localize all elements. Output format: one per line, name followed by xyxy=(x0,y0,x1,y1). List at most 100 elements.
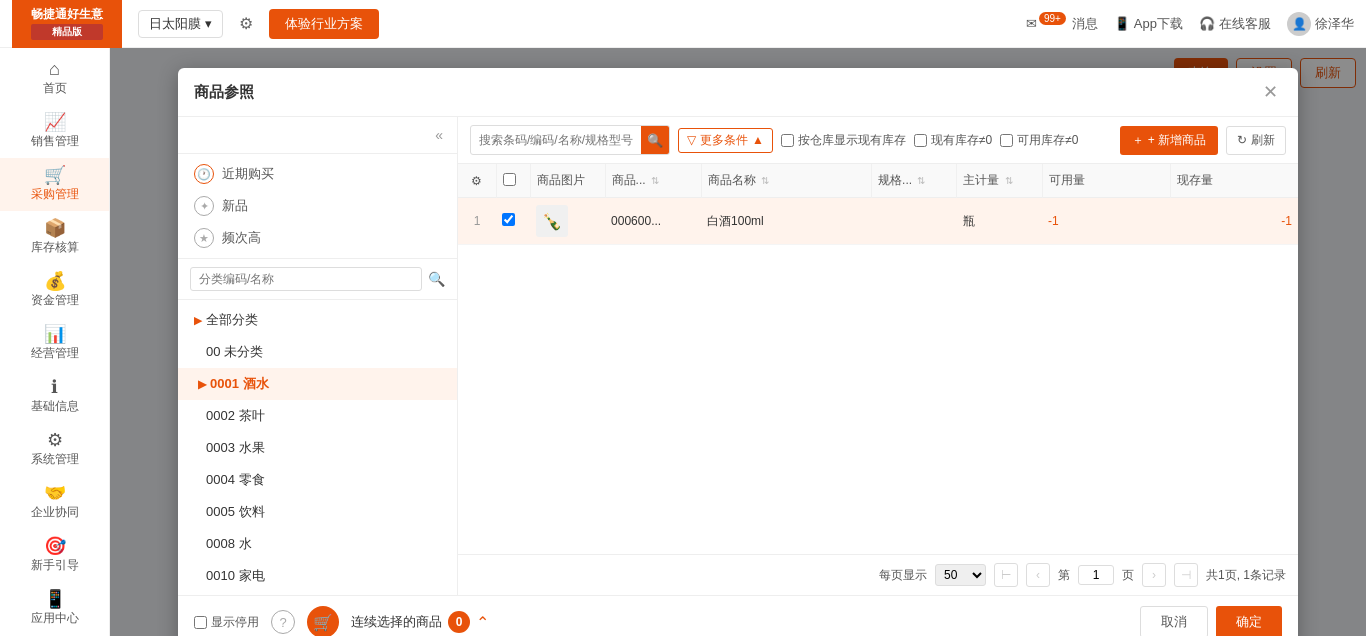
category-tea[interactable]: 0002 茶叶 xyxy=(178,400,457,432)
category-beverage-label: 0005 饮料 xyxy=(206,503,265,521)
quick-filter-recent[interactable]: 🕐 近期购买 xyxy=(178,158,457,190)
user-menu[interactable]: 👤 徐泽华 xyxy=(1287,12,1354,36)
category-uncategorized-label: 00 未分类 xyxy=(206,343,263,361)
checkbox-stock-input[interactable] xyxy=(914,134,927,147)
prev-page-btn[interactable]: ‹ xyxy=(1026,563,1050,587)
quick-filter-new[interactable]: ✦ 新品 xyxy=(178,190,457,222)
collapse-up-icon[interactable]: ⌃ xyxy=(476,613,489,632)
sidebar-item-basic[interactable]: ℹ 基础信息 xyxy=(0,370,109,423)
category-fruit[interactable]: 0003 水果 xyxy=(178,432,457,464)
product-search-bar[interactable]: 🔍 xyxy=(470,125,670,155)
sidebar-item-operation[interactable]: 📊 经营管理 xyxy=(0,317,109,370)
page-number-input[interactable] xyxy=(1078,565,1114,585)
col-available[interactable]: 可用量 xyxy=(1042,164,1170,198)
top-nav: 畅捷通好生意 精品版 日太阳膜 ▾ ⚙ 体验行业方案 ✉ 99+ 消息 📱 Ap… xyxy=(0,0,1366,48)
product-search-button[interactable]: 🔍 xyxy=(641,126,669,154)
category-uncategorized[interactable]: 00 未分类 xyxy=(178,336,457,368)
cell-checkbox[interactable] xyxy=(496,198,530,245)
row-checkbox[interactable] xyxy=(502,213,515,226)
show-disabled-input[interactable] xyxy=(194,616,207,629)
cell-image: 🍾 xyxy=(530,198,605,245)
modal-close-button[interactable]: ✕ xyxy=(1258,80,1282,104)
left-panel: « 🕐 近期购买 ✦ 新品 xyxy=(178,117,458,595)
col-settings[interactable]: ⚙ xyxy=(458,164,496,198)
category-search-icon[interactable]: 🔍 xyxy=(428,271,445,287)
category-beverage[interactable]: 0005 饮料 xyxy=(178,496,457,528)
table-row[interactable]: 1 🍾 000600... xyxy=(458,198,1298,245)
more-filter-btn[interactable]: ▽ 更多条件 ▲ xyxy=(678,128,773,153)
show-disabled-checkbox[interactable]: 显示停用 xyxy=(194,614,259,631)
table-toolbar: 🔍 ▽ 更多条件 ▲ 按仓库显示现有库存 xyxy=(458,117,1298,164)
col-spec-sort-icon: ⇅ xyxy=(917,176,925,186)
sidebar-item-inventory[interactable]: 📦 库存核算 xyxy=(0,211,109,264)
category-appliance[interactable]: 0010 家电 xyxy=(178,560,457,592)
checkbox-available-input[interactable] xyxy=(1000,134,1013,147)
sidebar-item-finance[interactable]: 💰 资金管理 xyxy=(0,264,109,317)
product-table-wrap: ⚙ 商品图片 xyxy=(458,164,1298,554)
per-page-select[interactable]: 50 20 100 xyxy=(935,564,986,586)
app-download-btn[interactable]: 📱 App下载 xyxy=(1114,15,1183,33)
cell-stock: -1 xyxy=(1170,198,1298,245)
col-code[interactable]: 商品... ⇅ xyxy=(605,164,701,198)
last-page-btn[interactable]: ⊣ xyxy=(1174,563,1198,587)
col-code-label: 商品... xyxy=(612,173,646,187)
first-page-btn[interactable]: ⊢ xyxy=(994,563,1018,587)
checkbox-available-not-zero[interactable]: 可用库存≠0 xyxy=(1000,132,1078,149)
col-available-label: 可用量 xyxy=(1049,173,1085,187)
category-all[interactable]: ▶ 全部分类 xyxy=(178,304,457,336)
page-unit: 页 xyxy=(1122,567,1134,584)
confirm-btn[interactable]: 确定 xyxy=(1216,606,1282,636)
quick-filter-new-label: 新品 xyxy=(222,197,248,215)
category-water[interactable]: 0008 水 xyxy=(178,528,457,560)
modal-title: 商品参照 xyxy=(194,83,254,102)
alcohol-arrow-icon: ▶ xyxy=(198,378,206,391)
category-snack[interactable]: 0004 零食 xyxy=(178,464,457,496)
trial-btn[interactable]: 体验行业方案 xyxy=(269,9,379,39)
cell-name: 白酒100ml xyxy=(701,198,872,245)
col-unit[interactable]: 主计量 ⇅ xyxy=(957,164,1042,198)
checkbox-show-by-warehouse[interactable]: 按仓库显示现有库存 xyxy=(781,132,906,149)
col-checkbox xyxy=(496,164,530,198)
sidebar-item-enterprise[interactable]: 🤝 企业协同 xyxy=(0,476,109,529)
left-panel-header: « xyxy=(178,117,457,154)
online-service-btn[interactable]: 🎧 在线客服 xyxy=(1199,15,1271,33)
quick-filter-frequent[interactable]: ★ 频次高 xyxy=(178,222,457,254)
col-spec[interactable]: 规格... ⇅ xyxy=(872,164,957,198)
sidebar-item-apps[interactable]: 📱 应用中心 xyxy=(0,582,109,635)
sidebar-item-sales[interactable]: 📈 销售管理 xyxy=(0,105,109,158)
cart-button[interactable]: 🛒 xyxy=(307,606,339,636)
table-refresh-btn[interactable]: ↻ 刷新 xyxy=(1226,126,1286,155)
sidebar-label-enterprise: 企业协同 xyxy=(31,504,79,521)
collapse-left-button[interactable]: « xyxy=(433,125,445,145)
frequent-icon: ★ xyxy=(194,228,214,248)
sidebar-item-guide[interactable]: 🎯 新手引导 xyxy=(0,529,109,582)
checkbox-warehouse-input[interactable] xyxy=(781,134,794,147)
col-stock-label: 现存量 xyxy=(1177,173,1213,187)
messages-btn[interactable]: ✉ 99+ 消息 xyxy=(1026,15,1098,33)
sidebar-item-system[interactable]: ⚙ 系统管理 xyxy=(0,423,109,476)
category-search-input[interactable] xyxy=(190,267,422,291)
sidebar-item-home[interactable]: ⌂ 首页 xyxy=(0,52,109,105)
modal-header: 商品参照 ✕ xyxy=(178,68,1298,117)
cancel-btn[interactable]: 取消 xyxy=(1140,606,1208,636)
store-dropdown[interactable]: 日太阳膜 ▾ xyxy=(138,10,223,38)
continuous-select-label: 连续选择的商品 xyxy=(351,613,442,631)
cell-unit: 瓶 xyxy=(957,198,1042,245)
sidebar-item-purchase[interactable]: 🛒 采购管理 xyxy=(0,158,109,211)
col-stock[interactable]: 现存量 xyxy=(1170,164,1298,198)
checkbox-stock-not-zero[interactable]: 现有库存≠0 xyxy=(914,132,992,149)
product-image: 🍾 xyxy=(536,205,568,237)
add-product-btn[interactable]: ＋ + 新增商品 xyxy=(1120,126,1218,155)
help-icon[interactable]: ? xyxy=(271,610,295,634)
select-all-checkbox[interactable] xyxy=(503,173,516,186)
add-label: + 新增商品 xyxy=(1148,132,1206,149)
next-page-btn[interactable]: › xyxy=(1142,563,1166,587)
settings-icon[interactable]: ⚙ xyxy=(231,9,261,39)
table-header-row: ⚙ 商品图片 xyxy=(458,164,1298,198)
col-settings-icon[interactable]: ⚙ xyxy=(471,174,482,188)
col-name[interactable]: 商品名称 ⇅ xyxy=(701,164,872,198)
category-search-box: 🔍 xyxy=(178,259,457,300)
product-search-input[interactable] xyxy=(471,129,641,151)
category-appliance-label: 0010 家电 xyxy=(206,567,265,585)
category-alcohol[interactable]: ▶ 0001 酒水 xyxy=(178,368,457,400)
